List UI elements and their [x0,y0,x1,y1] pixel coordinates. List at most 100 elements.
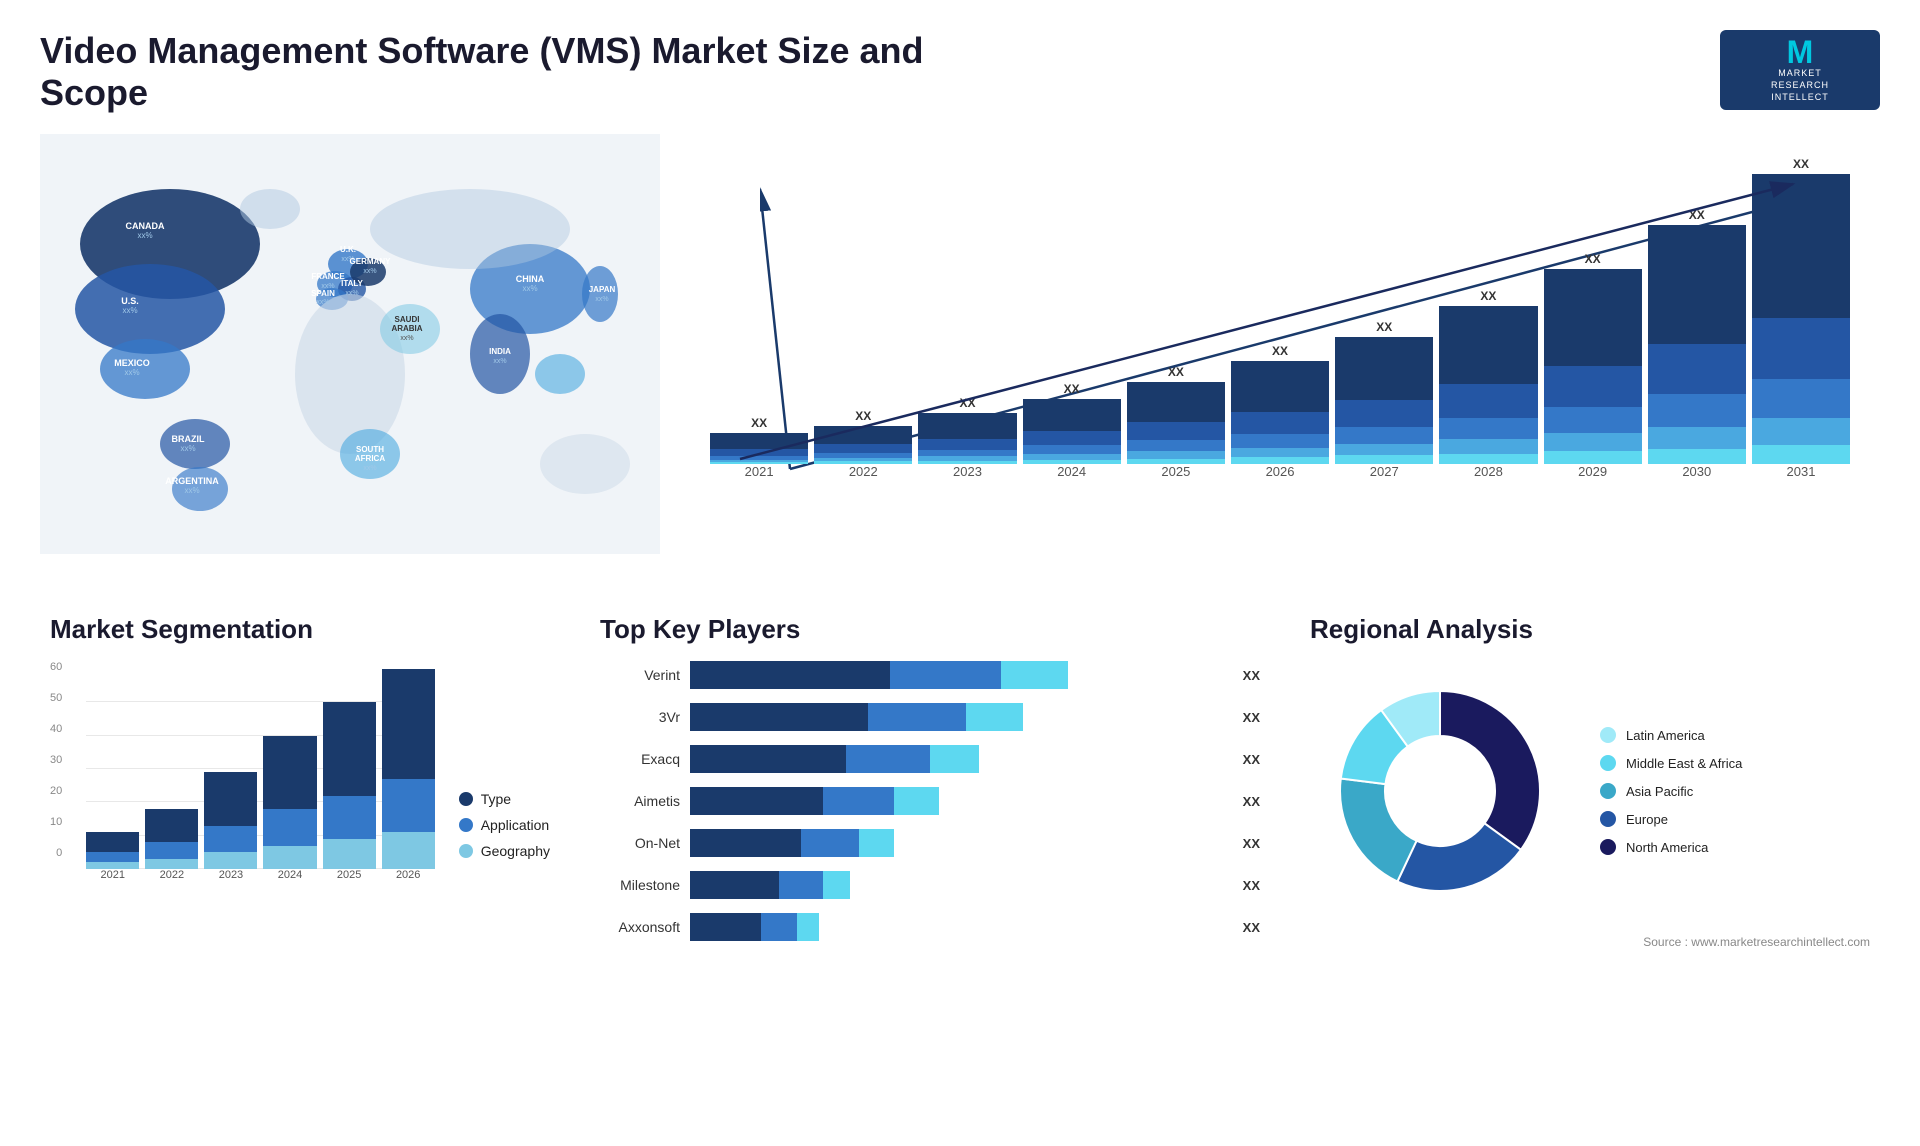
svg-text:xx%: xx% [180,444,195,453]
regional-legend-item: Latin America [1600,727,1742,743]
bar-group: XX [1231,174,1329,464]
player-bar-segment [690,913,761,941]
bar-segment [814,444,912,452]
regional-section: Regional Analysis Latin AmericaMiddle Ea… [1300,604,1880,959]
x-axis-label: 2026 [1231,464,1329,479]
x-axis-label: 2028 [1439,464,1537,479]
legend-label: Application [481,817,550,833]
donut-chart [1310,661,1570,921]
svg-text:xx%: xx% [493,358,506,365]
seg-bar-segment [204,852,257,869]
svg-text:MEXICO: MEXICO [114,358,150,368]
seg-x-label: 2025 [323,869,376,881]
player-name: Aimetis [600,793,680,809]
players-section: Top Key Players Verint XX 3VrXX Exacq XX Aime… [590,604,1270,959]
legend-dot [459,792,473,806]
bar-segment [1544,451,1642,464]
bar-segment [710,433,808,448]
player-row: 3VrXX [600,703,1260,731]
bar-segment [814,426,912,445]
legend-dot [459,818,473,832]
seg-bar-group [263,736,316,869]
seg-bar-stack [204,772,257,869]
bar-segment [1439,439,1537,453]
bar-group: XX [710,174,808,464]
seg-bar-stack [86,832,139,869]
player-name: Milestone [600,877,680,893]
players-title: Top Key Players [600,614,1260,645]
seg-x-label: 2023 [204,869,257,881]
player-value: XX [1243,920,1260,935]
player-bar-segment [690,787,823,815]
bar-segment [1648,427,1746,449]
seg-x-label: 2026 [382,869,435,881]
bar-stack [814,426,912,464]
bar-segment [918,461,1016,464]
svg-text:U.K.: U.K. [340,245,356,254]
player-name: Verint [600,667,680,683]
bar-group: XX [1752,174,1850,464]
seg-y-label: 20 [50,785,62,797]
bar-segment [710,462,808,464]
seg-bar-group [204,772,257,869]
svg-text:AFRICA: AFRICA [355,454,385,463]
player-value: XX [1243,794,1260,809]
logo-text: MARKETRESEARCHINTELLECT [1771,68,1829,103]
legend-dot [459,844,473,858]
player-bar-segment [930,745,979,773]
player-bar-container [690,871,1227,899]
bar-label-top: XX [1168,365,1184,379]
x-axis-label: 2024 [1023,464,1121,479]
seg-bar-segment [204,772,257,825]
segmentation-title: Market Segmentation [50,614,550,645]
bar-segment [1439,384,1537,418]
seg-bar-segment [86,862,139,869]
svg-text:xx%: xx% [363,268,376,275]
bar-segment [1648,394,1746,426]
x-axis-label: 2031 [1752,464,1850,479]
bar-segment [1648,344,1746,395]
seg-bar-segment [263,846,316,869]
seg-bar-segment [263,736,316,809]
player-bar-container [690,661,1227,689]
bar-segment [1231,457,1329,464]
player-bar-segment [823,871,850,899]
player-value: XX [1243,752,1260,767]
bar-segment [1023,431,1121,445]
player-bar-segment [966,703,1024,731]
bar-stack [1648,225,1746,464]
player-bar-segment [779,871,823,899]
x-axis-label: 2023 [918,464,1016,479]
bar-segment [1335,427,1433,444]
bar-segment [1127,451,1225,459]
bar-group: XX [1439,174,1537,464]
regional-legend-label: Europe [1626,812,1668,827]
bar-segment [1335,400,1433,427]
bar-segment [1544,407,1642,433]
bar-group: XX [1648,174,1746,464]
bar-segment [1231,434,1329,448]
player-bar-segment [859,829,895,857]
map-section: CANADA xx% U.S. xx% MEXICO xx% BRAZIL xx… [40,134,660,574]
bar-segment [1023,445,1121,453]
bar-label-top: XX [1064,382,1080,396]
regional-legend-label: Asia Pacific [1626,784,1693,799]
seg-y-label: 50 [50,692,62,704]
player-value: XX [1243,878,1260,893]
regional-legend-label: North America [1626,840,1708,855]
bar-segment [1231,412,1329,434]
bar-group: XX [1023,174,1121,464]
regional-title: Regional Analysis [1310,614,1870,645]
player-bar-segment [846,745,930,773]
player-name: Exacq [600,751,680,767]
seg-legend-item: Type [459,791,550,807]
bar-label-top: XX [1376,320,1392,334]
player-bar-segment [690,871,779,899]
player-row: Axxonsoft XX [600,913,1260,941]
player-name: Axxonsoft [600,919,680,935]
bar-label-top: XX [1585,252,1601,266]
bottom-grid: Market Segmentation 6050403020100 202120… [40,604,1880,959]
bar-segment [1231,361,1329,412]
bar-group: XX [1544,174,1642,464]
seg-y-label: 40 [50,723,62,735]
